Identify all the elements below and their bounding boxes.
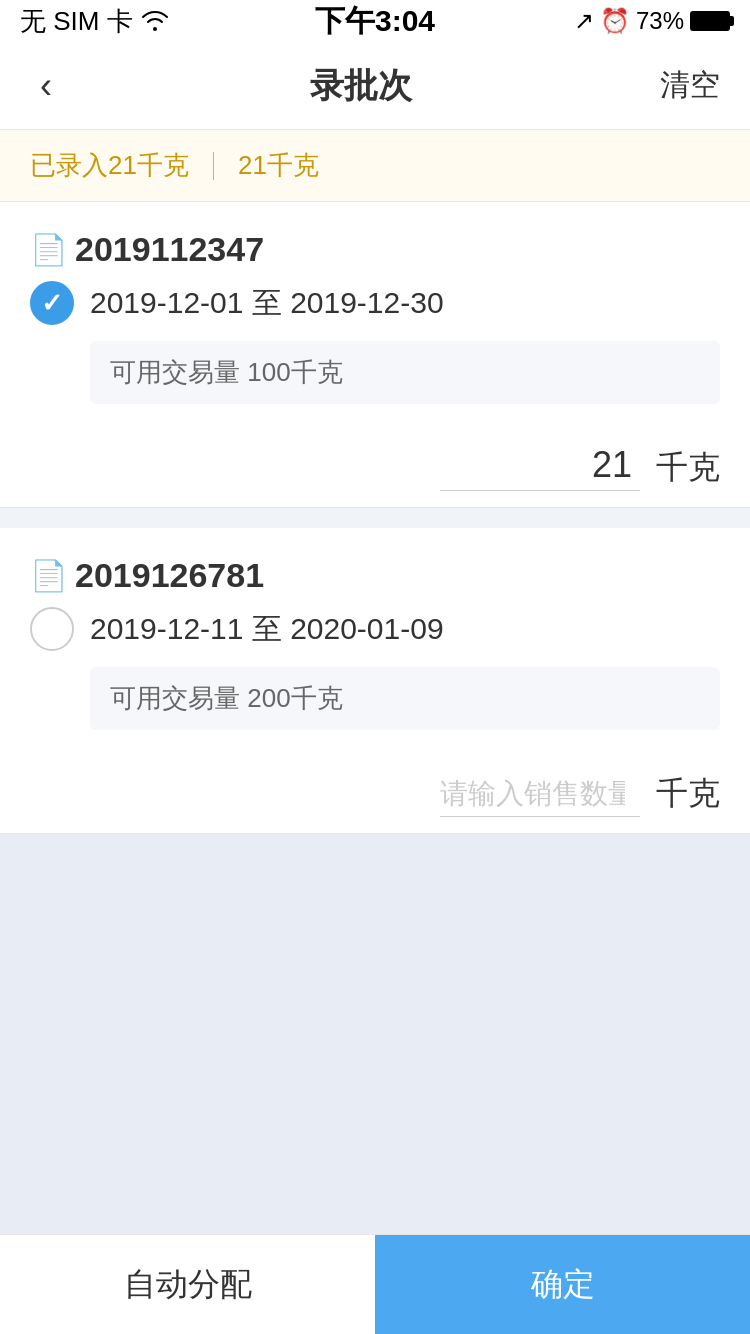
batch-1-input-underline [440, 490, 640, 491]
batch-1-date-row[interactable]: 2019-12-01 至 2019-12-30 [30, 281, 720, 325]
recorded-amount-label: 已录入21千克 [30, 148, 189, 183]
alarm-icon: ⏰ [600, 7, 630, 35]
batch-item-1: 📄 2019112347 2019-12-01 至 2019-12-30 可用交… [0, 202, 750, 508]
batch-2-quantity-input[interactable] [440, 770, 640, 812]
page-title: 录批次 [310, 63, 412, 109]
batch-2-input-underline [440, 816, 640, 817]
sim-label: 无 SIM 卡 [20, 4, 133, 39]
batch-item-2: 📄 2019126781 2019-12-11 至 2020-01-09 可用交… [0, 528, 750, 834]
status-left: 无 SIM 卡 [20, 4, 169, 39]
batch-2-header: 📄 2019126781 2019-12-11 至 2020-01-09 可用交… [0, 528, 750, 750]
banner-amount: 21千克 [238, 148, 319, 183]
batch-2-id: 2019126781 [75, 556, 264, 595]
batch-2-radio[interactable] [30, 607, 74, 651]
batch-1-radio[interactable] [30, 281, 74, 325]
bottom-bar: 自动分配 确定 [0, 1234, 750, 1334]
batch-1-unit: 千克 [656, 446, 720, 490]
batch-1-qty: 可用交易量 100千克 [90, 341, 720, 404]
status-time: 下午3:04 [315, 1, 435, 42]
batch-1-doc-icon: 📄 [30, 232, 67, 267]
status-right: ↗ ⏰ 73% [574, 7, 730, 35]
batch-1-header: 📄 2019112347 2019-12-01 至 2019-12-30 可用交… [0, 202, 750, 424]
banner-divider [213, 152, 214, 180]
batch-1-value-row: 21 千克 [0, 424, 750, 508]
batch-2-input-row: 千克 [0, 750, 750, 834]
info-banner: 已录入21千克 21千克 [0, 130, 750, 202]
batch-2-doc-icon: 📄 [30, 558, 67, 593]
batch-2-id-row: 📄 2019126781 [30, 556, 720, 595]
batch-2-input-wrapper [440, 770, 640, 817]
confirm-button[interactable]: 确定 [375, 1235, 750, 1334]
batch-1-input-wrapper: 21 [440, 444, 640, 491]
nav-bar: ‹ 录批次 清空 [0, 42, 750, 130]
battery-percent: 73% [636, 7, 684, 35]
batch-2-unit: 千克 [656, 772, 720, 816]
batch-1-date: 2019-12-01 至 2019-12-30 [90, 283, 444, 324]
batch-2-qty: 可用交易量 200千克 [90, 667, 720, 730]
back-button[interactable]: ‹ [30, 55, 62, 117]
section-separator-1 [0, 508, 750, 528]
batch-1-id-row: 📄 2019112347 [30, 230, 720, 269]
clear-button[interactable]: 清空 [660, 65, 720, 106]
batch-1-id: 2019112347 [75, 230, 264, 269]
battery-icon [690, 11, 730, 31]
batch-2-date: 2019-12-11 至 2020-01-09 [90, 609, 444, 650]
wifi-icon [141, 11, 169, 31]
batch-2-date-row[interactable]: 2019-12-11 至 2020-01-09 [30, 607, 720, 651]
location-icon: ↗ [574, 7, 594, 35]
empty-area [0, 834, 750, 1264]
status-bar: 无 SIM 卡 下午3:04 ↗ ⏰ 73% [0, 0, 750, 42]
auto-distribute-button[interactable]: 自动分配 [0, 1235, 375, 1334]
batch-1-value: 21 [592, 444, 632, 486]
